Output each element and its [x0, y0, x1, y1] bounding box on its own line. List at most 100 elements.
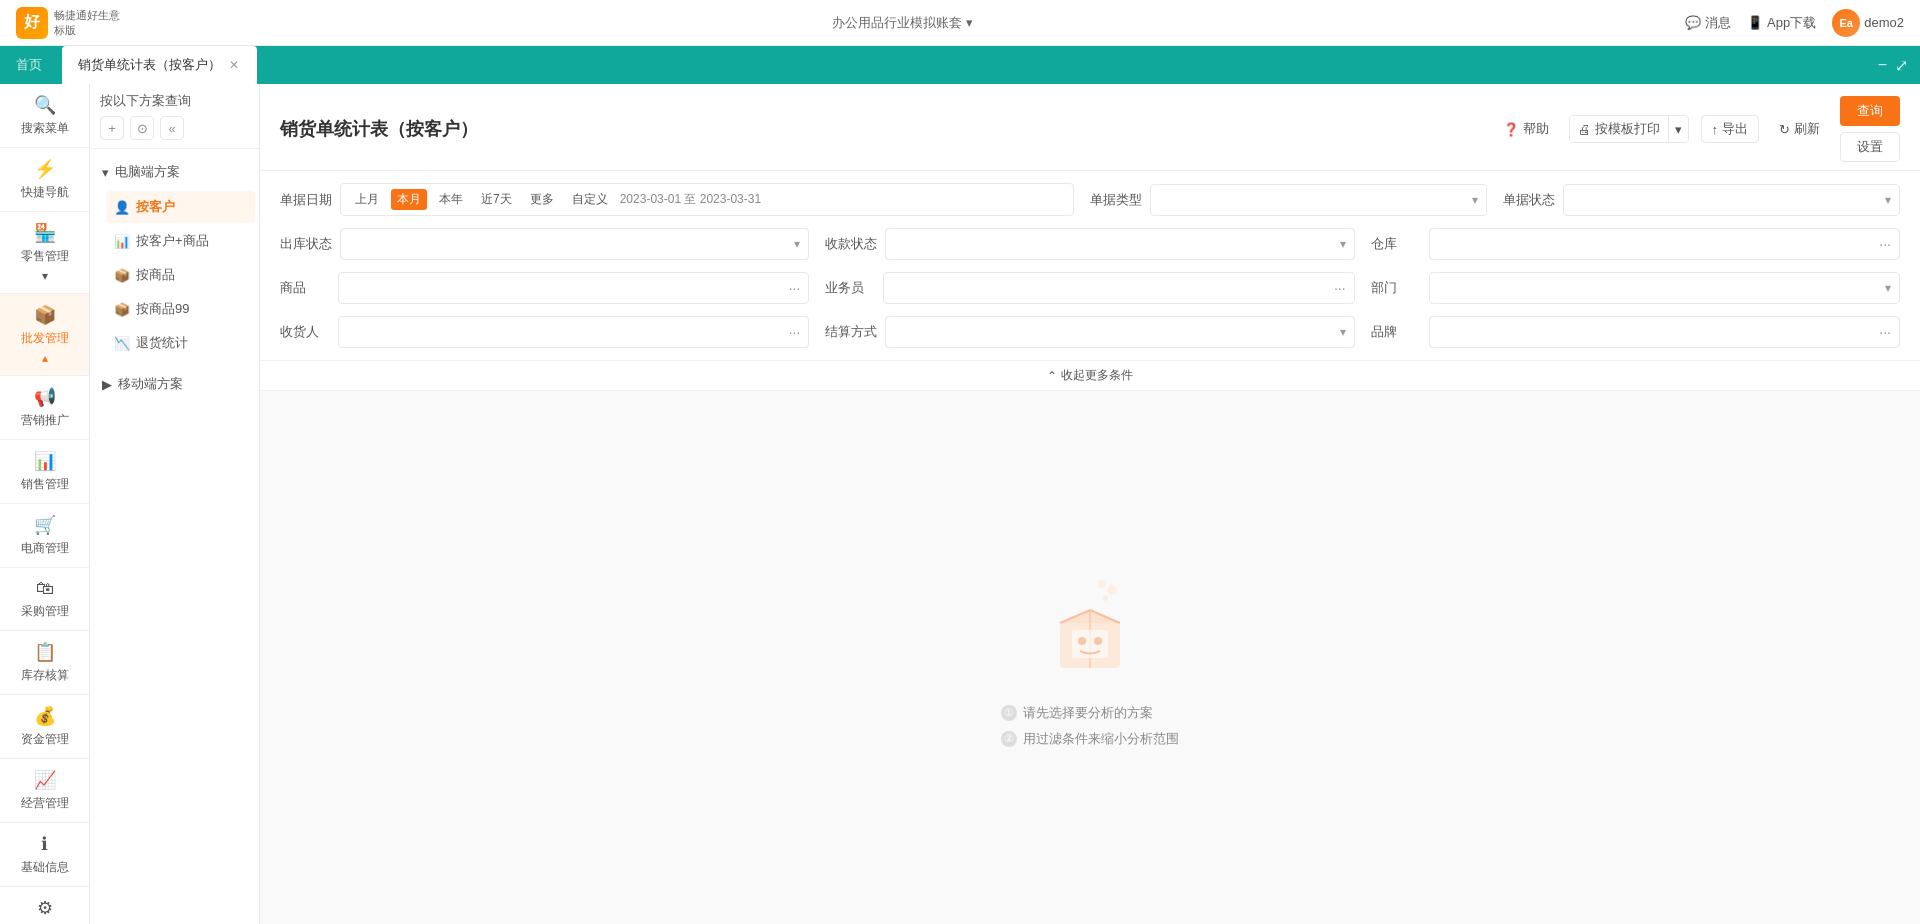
hint-text-2: 用过滤条件来缩小分析范围 [1023, 730, 1179, 748]
print-label: 按模板打印 [1595, 120, 1660, 138]
sidebar-item-operations[interactable]: 📈 经营管理 [0, 759, 89, 823]
product-control[interactable]: ··· [338, 272, 809, 304]
sidebar-item-inventory[interactable]: 📋 库存核算 [0, 631, 89, 695]
date-filter-label: 单据日期 [280, 191, 332, 209]
export-button[interactable]: ↑ 导出 [1701, 115, 1760, 143]
tab-minimize-icon[interactable]: − [1878, 56, 1887, 74]
print-dropdown-button[interactable]: ▾ [1669, 118, 1688, 141]
sidebar-item-sales[interactable]: 📊 销售管理 [0, 440, 89, 504]
sidebar-item-ecommerce[interactable]: 🛒 电商管理 [0, 504, 89, 568]
date-shortcut-7days[interactable]: 近7天 [475, 189, 518, 210]
sidebar-item-retail[interactable]: 🏪 零售管理 ▾ [0, 212, 89, 294]
out-status-label: 出库状态 [280, 235, 332, 253]
message-icon: 💬 [1685, 15, 1701, 30]
brand-control[interactable]: ··· [1429, 316, 1900, 348]
tab-expand-icon[interactable]: ⤢ [1895, 56, 1908, 75]
salesperson-control[interactable]: ··· [883, 272, 1354, 304]
warehouse-control[interactable]: ··· [1429, 228, 1900, 260]
sidebar-item-system[interactable]: ⚙ 系统管理 [0, 887, 89, 924]
svg-point-4 [1094, 637, 1102, 645]
department-arrow-icon: ▾ [1885, 281, 1891, 295]
receipt-status-select[interactable]: ▾ [885, 228, 1354, 260]
chevron-down-icon: ▾ [102, 165, 109, 180]
receiver-dots-icon[interactable]: ··· [789, 324, 801, 340]
date-shortcut-more[interactable]: 更多 [524, 189, 560, 210]
help-label: 帮助 [1523, 120, 1549, 138]
purchase-icon: 🛍 [36, 578, 54, 599]
sidebar-item-finance[interactable]: 💰 资金管理 [0, 695, 89, 759]
app-download-button[interactable]: 📱 App下载 [1747, 14, 1816, 32]
add-scheme-button[interactable]: + [100, 116, 124, 140]
marketing-icon: 📢 [34, 386, 56, 408]
scheme-by-product-99[interactable]: 📦 按商品99 [106, 293, 255, 325]
date-shortcut-last-month[interactable]: 上月 [349, 189, 385, 210]
settings-button[interactable]: 设置 [1840, 132, 1900, 162]
receiver-control[interactable]: ··· [338, 316, 809, 348]
collapse-bar[interactable]: ⌃ 收起更多条件 [260, 361, 1920, 391]
sidebar-search-label: 搜索菜单 [21, 120, 69, 137]
product-dots-icon[interactable]: ··· [789, 280, 801, 296]
department-label: 部门 [1371, 279, 1421, 297]
content-area: 销货单统计表（按客户） ❓ 帮助 🖨 按模板打印 ▾ ↑ 导出 [260, 84, 1920, 924]
sidebar-retail-label: 零售管理 [21, 248, 69, 265]
scheme-by-product[interactable]: 📦 按商品 [106, 259, 255, 291]
desktop-group: ▾ 电脑端方案 👤 按客户 📊 按客户+商品 📦 按商品 📦 [90, 149, 259, 367]
department-select[interactable]: ▾ [1429, 272, 1900, 304]
refresh-scheme-button[interactable]: ⊙ [130, 116, 154, 140]
doc-type-label: 单据类型 [1090, 191, 1142, 209]
export-icon: ↑ [1712, 122, 1719, 137]
industry-selector[interactable]: 办公用品行业模拟账套 ▾ [832, 14, 973, 32]
mobile-group-header[interactable]: ▶ 移动端方案 [90, 367, 259, 401]
sidebar-item-purchase[interactable]: 🛍 采购管理 [0, 568, 89, 631]
collapse-scheme-button[interactable]: « [160, 116, 184, 140]
system-icon: ⚙ [37, 897, 53, 919]
export-label: 导出 [1722, 120, 1748, 138]
empty-hint-1: ① 请先选择要分析的方案 [1001, 704, 1179, 722]
date-shortcut-this-month[interactable]: 本月 [391, 189, 427, 210]
query-button[interactable]: 查询 [1840, 96, 1900, 126]
settlement-arrow-icon: ▾ [1340, 325, 1346, 339]
doc-status-select[interactable]: ▾ [1563, 184, 1900, 216]
date-range-control[interactable]: 上月 本月 本年 近7天 更多 自定义 2023-03-01 至 2023-03… [340, 183, 1074, 216]
sidebar-item-search[interactable]: 🔍 搜索菜单 [0, 84, 89, 148]
empty-state: ① 请先选择要分析的方案 ② 用过滤条件来缩小分析范围 [260, 391, 1920, 924]
page-actions: ❓ 帮助 🖨 按模板打印 ▾ ↑ 导出 ↻ 刷新 [1495, 96, 1901, 162]
page-title: 销货单统计表（按客户） [280, 117, 478, 141]
sidebar-ecommerce-label: 电商管理 [21, 540, 69, 557]
help-button[interactable]: ❓ 帮助 [1495, 116, 1557, 142]
industry-dropdown-icon[interactable]: ▾ [966, 15, 973, 30]
sub-sidebar-title: 按以下方案查询 [100, 92, 249, 110]
scheme-return-stats-label: 退货统计 [136, 334, 188, 352]
tab-sales-stat[interactable]: 销货单统计表（按客户） ✕ [62, 46, 257, 84]
doc-type-select[interactable]: ▾ [1150, 184, 1487, 216]
sidebar-item-wholesale[interactable]: 📦 批发管理 ▴ [0, 294, 89, 376]
scheme-return-stats[interactable]: 📉 退货统计 [106, 327, 255, 359]
refresh-button[interactable]: ↻ 刷新 [1771, 116, 1828, 142]
scheme-by-customer[interactable]: 👤 按客户 [106, 191, 255, 223]
settlement-select[interactable]: ▾ [885, 316, 1354, 348]
sidebar-item-marketing[interactable]: 📢 营销推广 [0, 376, 89, 440]
hint-text-1: 请先选择要分析的方案 [1023, 704, 1153, 722]
svg-point-5 [1102, 595, 1108, 601]
tab-home[interactable]: 首页 [0, 46, 58, 84]
ecommerce-icon: 🛒 [34, 514, 56, 536]
page-title-bar: 销货单统计表（按客户） ❓ 帮助 🖨 按模板打印 ▾ ↑ 导出 [260, 84, 1920, 171]
doc-status-arrow-icon: ▾ [1885, 193, 1891, 207]
date-shortcut-this-year[interactable]: 本年 [433, 189, 469, 210]
salesperson-dots-icon[interactable]: ··· [1334, 280, 1346, 296]
scheme-by-customer-product[interactable]: 📊 按客户+商品 [106, 225, 255, 257]
date-shortcut-custom[interactable]: 自定义 [566, 189, 614, 210]
warehouse-dots-icon[interactable]: ··· [1879, 236, 1891, 252]
header-right: 💬 消息 📱 App下载 Ea demo2 [1685, 9, 1904, 37]
product-filter: 商品 ··· [280, 272, 809, 304]
user-menu[interactable]: Ea demo2 [1832, 9, 1904, 37]
desktop-group-header[interactable]: ▾ 电脑端方案 [90, 155, 259, 189]
print-button[interactable]: 🖨 按模板打印 [1570, 116, 1669, 142]
scheme-by-product-99-label: 按商品99 [136, 300, 189, 318]
sidebar-item-quick[interactable]: ⚡ 快捷导航 [0, 148, 89, 212]
out-status-select[interactable]: ▾ [340, 228, 809, 260]
sidebar-item-basics[interactable]: ℹ 基础信息 [0, 823, 89, 887]
brand-dots-icon[interactable]: ··· [1879, 324, 1891, 340]
tab-close-icon[interactable]: ✕ [227, 56, 241, 74]
message-button[interactable]: 💬 消息 [1685, 14, 1731, 32]
